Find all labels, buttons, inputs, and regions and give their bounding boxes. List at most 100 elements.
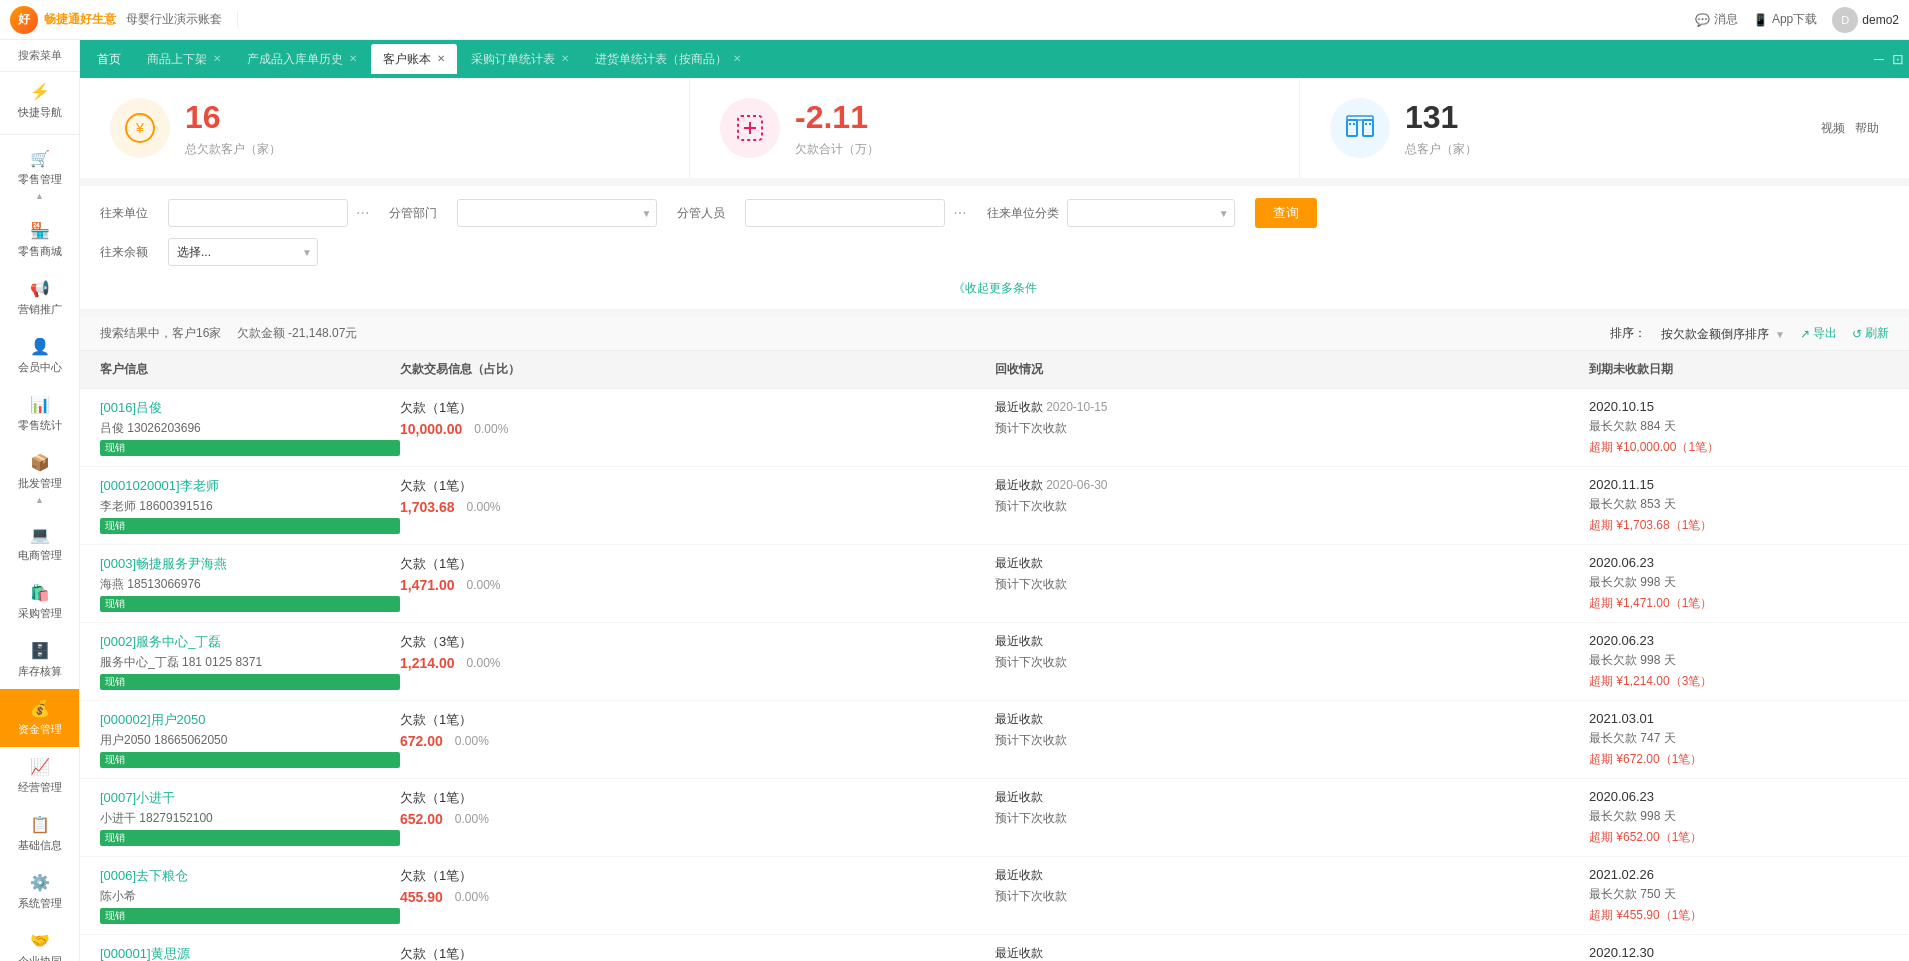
sort-label: 排序： (1610, 325, 1646, 342)
debt-ratio: 0.00% (474, 422, 508, 436)
overdue-link[interactable]: 超期 ¥672.00（1笔） (1589, 751, 1889, 768)
sidebar-item-label: 经营管理 (18, 780, 62, 795)
customer-name-link[interactable]: [0003]畅捷服务尹海燕 (100, 555, 400, 573)
overdue-days: 最长欠款 998 天 (1589, 574, 1889, 591)
overdue-link[interactable]: 超期 ¥652.00（1笔） (1589, 829, 1889, 846)
customer-name-link[interactable]: [0001020001]李老师 (100, 477, 400, 495)
customer-contact: 海燕 18513066976 (100, 576, 400, 593)
customer-name-link[interactable]: [0007]小进干 (100, 789, 400, 807)
more-icon[interactable]: ··· (953, 204, 966, 222)
sidebar-item-member[interactable]: 👤 会员中心 (0, 327, 79, 385)
phone-icon: 📱 (1753, 13, 1768, 27)
video-btn[interactable]: 视频 (1821, 120, 1845, 137)
overdue-date: 2020.06.23 (1589, 789, 1889, 804)
customer-name-link[interactable]: [000001]黄思源 (100, 945, 400, 961)
tab-purchase-order[interactable]: 采购订单统计表 ✕ (459, 44, 581, 74)
customer-info-7: [0006]去下粮仓 陈小希 现销 (100, 867, 400, 924)
overdue-link[interactable]: 超期 ¥1,471.00（1笔） (1589, 595, 1889, 612)
customer-name-link[interactable]: [0016]吕俊 (100, 399, 400, 417)
purchase-mgmt-icon: 🛍️ (30, 583, 50, 602)
message-btn[interactable]: 💬 消息 (1695, 11, 1738, 28)
search-menu-btn[interactable]: 搜索菜单 (0, 40, 79, 72)
refresh-label: 刷新 (1865, 325, 1889, 342)
customer-name-link[interactable]: [0002]服务中心_丁磊 (100, 633, 400, 651)
sidebar-item-marketing[interactable]: 📢 营销推广 (0, 269, 79, 327)
sidebar-item-capital[interactable]: 💰 资金管理 (0, 689, 79, 747)
sidebar-item-label: 系统管理 (18, 896, 62, 911)
tab-product-history[interactable]: 产成品入库单历史 ✕ (235, 44, 369, 74)
sidebar-item-enterprise[interactable]: 🤝 企业协同 (0, 921, 79, 961)
customer-info-8: [000001]黄思源 黄思源 13552700226 现销 (100, 945, 400, 961)
close-icon[interactable]: ✕ (733, 54, 741, 64)
debt-amount: 672.00 (400, 733, 443, 749)
overdue-link[interactable]: 超期 ¥1,214.00（3笔） (1589, 673, 1889, 690)
more-icon[interactable]: ··· (356, 204, 369, 222)
tab-home[interactable]: 首页 (85, 44, 133, 74)
maximize-icon[interactable]: ⊡ (1892, 51, 1904, 67)
content-area: ¥ 16 总欠款客户（家） -2.11 欠款合计（万） (80, 78, 1909, 961)
tab-purchase-summary[interactable]: 进货单统计表（按商品） ✕ (583, 44, 753, 74)
tab-label: 进货单统计表（按商品） (595, 51, 727, 68)
sort-select[interactable]: 按欠款金额倒序排序 按欠款金额正序排序 按到期日期排序 (1661, 327, 1785, 341)
recovery-info-6: 最近收款 预计下次收款 (995, 789, 1590, 827)
close-icon[interactable]: ✕ (213, 54, 221, 64)
search-button[interactable]: 查询 (1255, 198, 1317, 228)
overdue-days: 最长欠款 998 天 (1589, 808, 1889, 825)
close-icon[interactable]: ✕ (561, 54, 569, 64)
total-debt-customers-icon: ¥ (110, 98, 170, 158)
collapse-btn[interactable]: 《 收起更多条件 (100, 276, 1889, 297)
debt-text: 欠款金额 -21,148.07元 (237, 326, 358, 340)
manager-input[interactable] (745, 199, 945, 227)
sidebar-item-inventory[interactable]: 🗄️ 库存核算 (0, 631, 79, 689)
source-unit-type-input[interactable] (1067, 199, 1235, 227)
refresh-btn[interactable]: ↺ 刷新 (1852, 325, 1889, 342)
sidebar-item-retail-mgmt[interactable]: 🛒 零售管理 ▲ (0, 139, 79, 211)
debt-row: 1,471.00 0.00% (400, 577, 995, 593)
overdue-link[interactable]: 超期 ¥455.90（1笔） (1589, 907, 1889, 924)
balance-select[interactable]: 选择... 欠款 预收 全部 (168, 238, 318, 266)
user-area[interactable]: D demo2 (1832, 7, 1899, 33)
help-btn[interactable]: 帮助 (1855, 120, 1879, 137)
total-debt-customers-number: 16 (185, 98, 281, 136)
tab-customer-account[interactable]: 客户账本 ✕ (371, 44, 457, 74)
sidebar-item-quick-nav[interactable]: ⚡ 快捷导航 (0, 72, 79, 130)
customer-contact: 李老师 18600391516 (100, 498, 400, 515)
sidebar-item-purchase-mgmt[interactable]: 🛍️ 采购管理 (0, 573, 79, 631)
recovery-latest: 最近收款 (995, 478, 1043, 492)
recovery-latest-row: 最近收款 2020-10-15 (995, 399, 1590, 416)
minimize-icon[interactable]: ─ (1874, 51, 1884, 67)
sidebar-item-ecommerce[interactable]: 💻 电商管理 (0, 515, 79, 573)
customer-name-link[interactable]: [0006]去下粮仓 (100, 867, 400, 885)
sidebar-divider-1 (0, 134, 79, 135)
customer-name-link[interactable]: [000002]用户2050 (100, 711, 400, 729)
sidebar-item-basic-info[interactable]: 📋 基础信息 (0, 805, 79, 863)
dept-input[interactable] (457, 199, 657, 227)
recovery-latest: 最近收款 (995, 711, 1590, 728)
tab-product-on-off[interactable]: 商品上下架 ✕ (135, 44, 233, 74)
sidebar-item-system[interactable]: ⚙️ 系统管理 (0, 863, 79, 921)
sidebar-item-label: 基础信息 (18, 838, 62, 853)
sidebar-item-label: 企业协同 (18, 954, 62, 961)
sidebar-item-batch-mgmt[interactable]: 📦 批发管理 ▲ (0, 443, 79, 515)
export-btn[interactable]: ↗ 导出 (1800, 325, 1837, 342)
tab-bar-right: ─ ⊡ (1874, 51, 1904, 67)
sidebar-item-label: 电商管理 (18, 548, 62, 563)
recovery-latest: 最近收款 (995, 633, 1590, 650)
sidebar-item-retail-mall[interactable]: 🏪 零售商城 (0, 211, 79, 269)
sidebar-item-label: 营销推广 (18, 302, 62, 317)
table-row: [0007]小进干 小进干 18279152100 现销 欠款（1笔） 652.… (80, 779, 1909, 857)
source-unit-label: 往来单位 (100, 205, 160, 222)
sidebar-item-operations[interactable]: 📈 经营管理 (0, 747, 79, 805)
search-menu-label[interactable]: 搜索菜单 (6, 48, 73, 63)
close-icon[interactable]: ✕ (437, 54, 445, 64)
system-icon: ⚙️ (30, 873, 50, 892)
app-download-btn[interactable]: 📱 App下载 (1753, 11, 1817, 28)
overdue-days: 最长欠款 747 天 (1589, 730, 1889, 747)
overdue-link[interactable]: 超期 ¥10,000.00（1笔） (1589, 439, 1889, 456)
close-icon[interactable]: ✕ (349, 54, 357, 64)
sidebar-item-retail-stats[interactable]: 📊 零售统计 (0, 385, 79, 443)
capital-icon: 💰 (30, 699, 50, 718)
overdue-link[interactable]: 超期 ¥1,703.68（1笔） (1589, 517, 1889, 534)
source-unit-input[interactable] (168, 199, 348, 227)
overdue-days: 最长欠款 750 天 (1589, 886, 1889, 903)
